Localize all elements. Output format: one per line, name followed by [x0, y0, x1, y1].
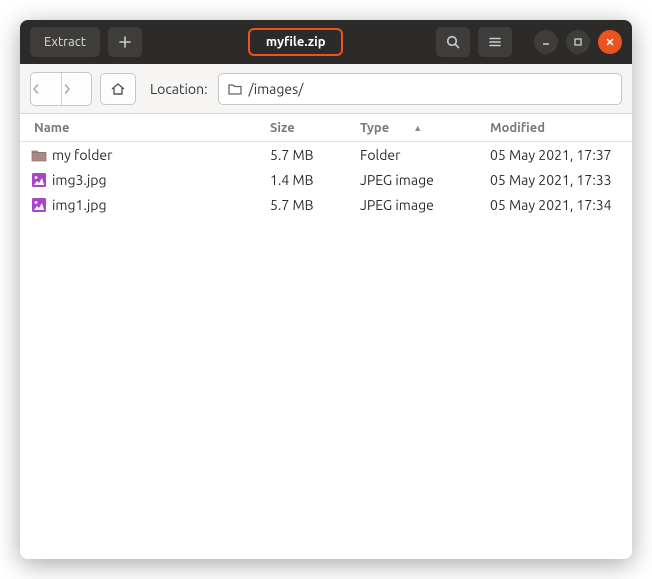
- close-icon: [605, 37, 615, 47]
- file-name: my folder: [52, 147, 112, 163]
- new-tab-button[interactable]: [108, 27, 142, 57]
- column-header-type[interactable]: Type ▲: [360, 121, 490, 135]
- sort-ascending-icon: ▲: [413, 123, 422, 133]
- maximize-icon: [573, 37, 583, 47]
- file-type: JPEG image: [360, 172, 490, 188]
- location-label: Location:: [150, 81, 208, 97]
- minimize-icon: [541, 37, 551, 47]
- home-button[interactable]: [100, 73, 136, 105]
- titlebar: Extract myfile.zip: [20, 20, 632, 64]
- forward-button[interactable]: [61, 73, 91, 105]
- hamburger-icon: [487, 34, 503, 50]
- folder-icon: [227, 81, 243, 97]
- file-type: Folder: [360, 147, 490, 163]
- file-modified: 05 May 2021, 17:33: [490, 172, 632, 188]
- location-value: /images/: [249, 81, 304, 97]
- file-list: my folder5.7 MBFolder05 May 2021, 17:37i…: [20, 142, 632, 559]
- table-row[interactable]: my folder 5.7 MBFolder05 May 2021, 17:37: [20, 142, 632, 167]
- folder-icon: [30, 146, 48, 164]
- location-input[interactable]: /images/: [218, 73, 622, 105]
- table-row[interactable]: img3.jpg 1.4 MBJPEG image05 May 2021, 17:…: [20, 167, 632, 192]
- image-icon: [30, 171, 48, 189]
- file-size: 5.7 MB: [270, 197, 360, 213]
- file-type: JPEG image: [360, 197, 490, 213]
- search-button[interactable]: [436, 27, 470, 57]
- file-modified: 05 May 2021, 17:34: [490, 197, 632, 213]
- archive-title: myfile.zip: [248, 28, 344, 56]
- search-icon: [445, 34, 461, 50]
- column-header-modified[interactable]: Modified: [490, 121, 632, 135]
- table-row[interactable]: img1.jpg 5.7 MBJPEG image05 May 2021, 17:…: [20, 192, 632, 217]
- back-button[interactable]: [31, 73, 61, 105]
- chevron-right-icon: [62, 83, 72, 95]
- column-header-size[interactable]: Size: [270, 121, 360, 135]
- file-name: img3.jpg: [52, 172, 107, 188]
- image-icon: [30, 196, 48, 214]
- file-size: 1.4 MB: [270, 172, 360, 188]
- chevron-left-icon: [31, 83, 41, 95]
- column-header-name[interactable]: Name: [20, 121, 270, 135]
- file-modified: 05 May 2021, 17:37: [490, 147, 632, 163]
- minimize-button[interactable]: [534, 30, 558, 54]
- file-name: img1.jpg: [52, 197, 107, 213]
- archive-manager-window: Extract myfile.zip: [20, 20, 632, 559]
- menu-button[interactable]: [478, 27, 512, 57]
- plus-icon: [118, 35, 132, 49]
- column-headers: Name Size Type ▲ Modified: [20, 114, 632, 142]
- extract-button[interactable]: Extract: [30, 27, 100, 57]
- column-header-type-label: Type: [360, 121, 389, 135]
- file-size: 5.7 MB: [270, 147, 360, 163]
- nav-buttons: [30, 72, 92, 106]
- close-button[interactable]: [598, 30, 622, 54]
- home-icon: [109, 80, 127, 98]
- maximize-button[interactable]: [566, 30, 590, 54]
- toolbar: Location: /images/: [20, 64, 632, 114]
